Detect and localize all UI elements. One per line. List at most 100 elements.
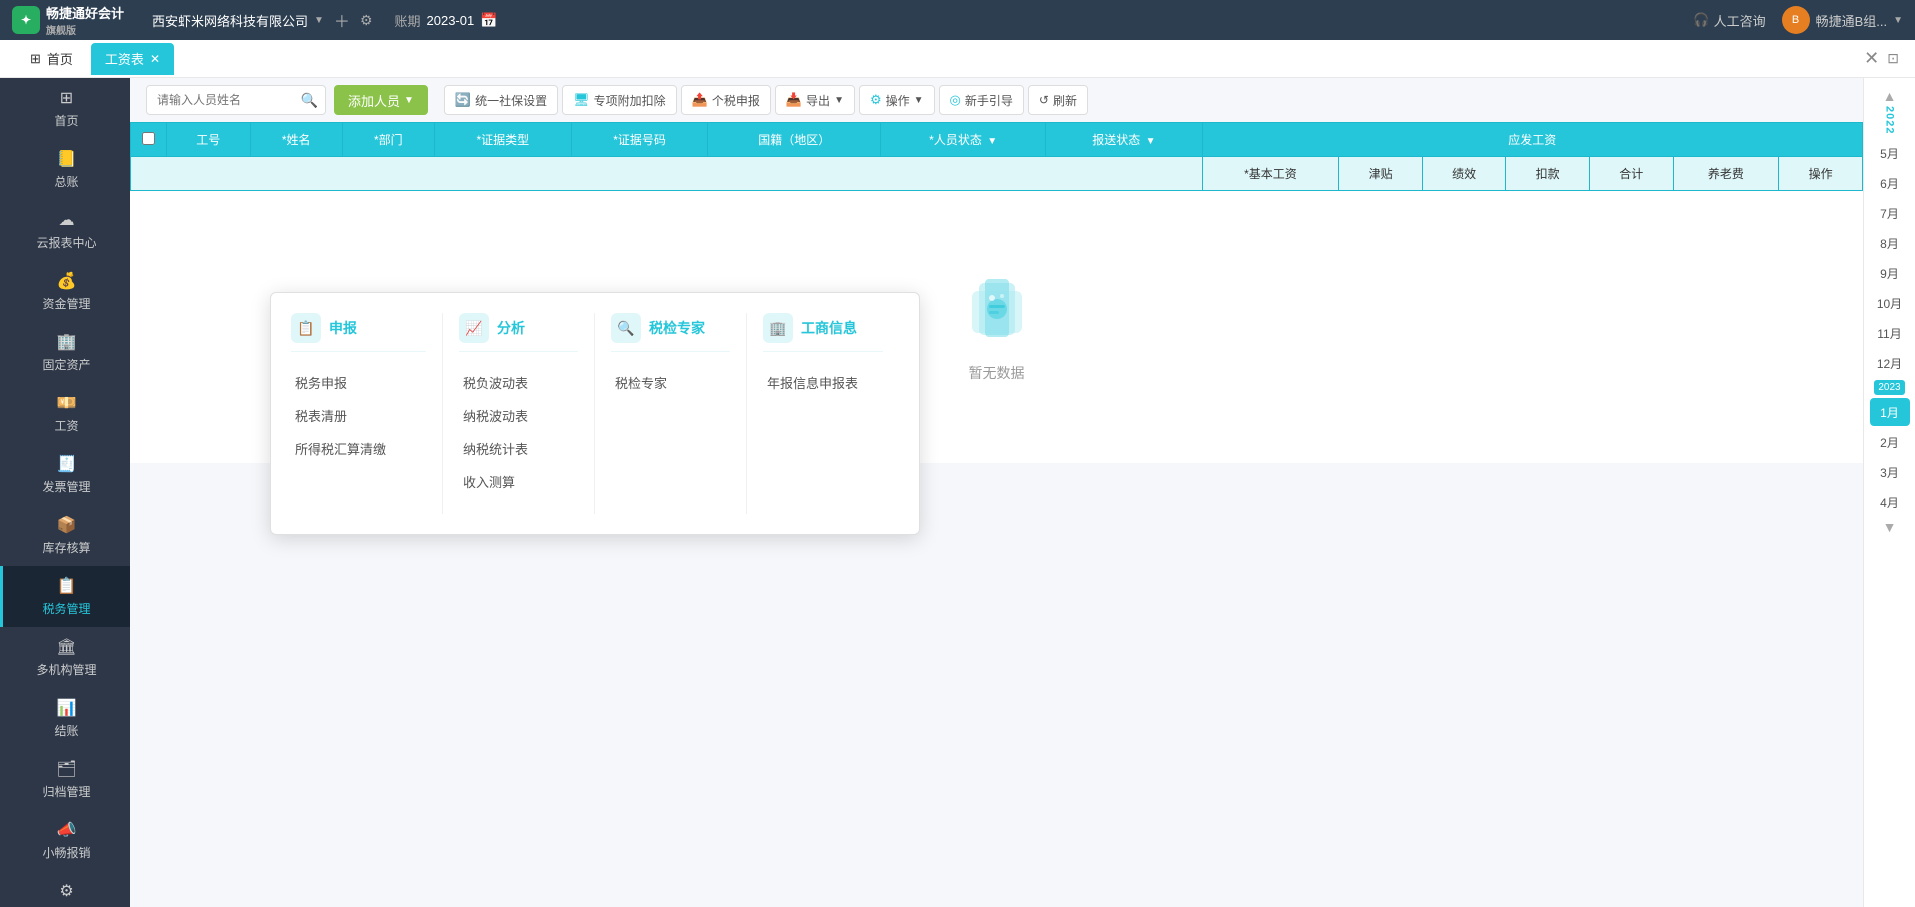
report-filter-icon[interactable]: ▼ [1146, 136, 1156, 147]
user-badge[interactable]: B 畅捷通B组... ▼ [1782, 6, 1903, 34]
headset-icon: 🎧 [1693, 12, 1709, 28]
add-company-icon[interactable]: ＋ [334, 8, 350, 32]
cal-month-8[interactable]: 8月 [1870, 229, 1910, 257]
sidebar-item-tax[interactable]: 📋 税务管理 [0, 566, 130, 627]
operations-button[interactable]: ⚙ 操作 ▼ [859, 85, 935, 115]
select-all-checkbox[interactable] [142, 132, 155, 145]
menu-item-annual-report[interactable]: 年报信息申报表 [763, 366, 883, 399]
tab-payroll[interactable]: 工资表 ✕ [91, 43, 174, 75]
special-deduct-button[interactable]: 🖥 专项附加扣除 [562, 85, 677, 115]
calendar-year-badge: 2023 [1874, 380, 1904, 395]
sidebar-item-cloud[interactable]: ☁ 云报表中心 [0, 200, 130, 261]
sidebar-item-fund[interactable]: 💰 资金管理 [0, 261, 130, 322]
company-name: 西安虾米网络科技有限公司 [152, 11, 308, 30]
search-icon: 🔍 [301, 92, 318, 109]
logo-icon: ✦ [12, 6, 40, 34]
sidebar: ⊞ 首页 📒 总账 ☁ 云报表中心 💰 资金管理 🏢 固定资产 💴 工资 🧾 发… [0, 78, 130, 907]
tab-payroll-label: 工资表 [105, 49, 144, 68]
th-checkbox [131, 123, 167, 157]
cal-month-7[interactable]: 7月 [1870, 199, 1910, 227]
sidebar-invoice-label: 发票管理 [42, 478, 90, 495]
sidebar-item-settle[interactable]: 📊 结账 [0, 688, 130, 749]
basic-icon: ⚙ [59, 881, 73, 901]
cal-month-5[interactable]: 5月 [1870, 139, 1910, 167]
dropdown-icon[interactable]: ▼ [314, 15, 324, 26]
cal-month-9[interactable]: 9月 [1870, 259, 1910, 287]
settings-icon[interactable]: ⚙ [360, 12, 373, 29]
cal-month-1[interactable]: 1月 [1870, 398, 1910, 426]
dropdown-menu: 📋 申报 税务申报 税表清册 所得税汇算清缴 📈 分析 税负波动表 纳税波动表 … [270, 292, 920, 535]
multi-icon: 🏛 [56, 637, 76, 657]
operations-icon: ⚙ [870, 92, 882, 108]
menu-item-tax-stats[interactable]: 纳税统计表 [459, 432, 578, 465]
cal-month-2[interactable]: 2月 [1870, 428, 1910, 456]
tab-home[interactable]: ⊞ 首页 [16, 43, 87, 75]
cal-month-3[interactable]: 3月 [1870, 458, 1910, 486]
sidebar-item-invoice[interactable]: 🧾 发票管理 [0, 444, 130, 505]
sidebar-xc-label: 小畅报销 [42, 844, 90, 861]
refresh-icon: ↺ [1039, 93, 1049, 107]
menu-item-income-calc[interactable]: 收入测算 [459, 465, 578, 498]
sidebar-item-xc[interactable]: 📣 小畅报销 [0, 810, 130, 871]
th-id-no: *证据号码 [571, 123, 708, 157]
th-dept: *部门 [342, 123, 434, 157]
sidebar-item-payroll[interactable]: 💴 工资 [0, 383, 130, 444]
invoice-icon: 🧾 [57, 454, 77, 474]
search-input[interactable] [146, 85, 326, 115]
sidebar-item-assets[interactable]: 🏢 固定资产 [0, 322, 130, 383]
home-sidebar-icon: ⊞ [60, 88, 73, 108]
content-area: 🔍 添加人员 ▼ 🔄 统一社保设置 🖥 专项附加扣除 📤 个税申报 [130, 78, 1863, 907]
refresh-button[interactable]: ↺ 刷新 [1028, 85, 1088, 115]
calendar-nav-up[interactable]: ▲ [1875, 86, 1905, 106]
guide-toolbar-icon: ◎ [950, 92, 961, 108]
cal-month-6[interactable]: 6月 [1870, 169, 1910, 197]
th-deduct: 扣款 [1506, 157, 1590, 191]
menu-item-tax-burden[interactable]: 税负波动表 [459, 366, 578, 399]
sidebar-archive-label: 归档管理 [42, 783, 90, 800]
cal-month-12[interactable]: 12月 [1870, 349, 1910, 377]
period-label: 账期 [395, 11, 421, 30]
export-arrow-icon: ▼ [834, 95, 844, 106]
sidebar-item-home[interactable]: ⊞ 首页 [0, 78, 130, 139]
calendar-icon[interactable]: 📅 [480, 12, 497, 29]
status-filter-icon[interactable]: ▼ [987, 136, 997, 147]
cal-month-10[interactable]: 10月 [1870, 289, 1910, 317]
cal-month-4[interactable]: 4月 [1870, 488, 1910, 516]
sidebar-cloud-label: 云报表中心 [36, 234, 96, 251]
cal-month-11[interactable]: 11月 [1870, 319, 1910, 347]
sidebar-item-archive[interactable]: 🗂 归档管理 [0, 749, 130, 810]
menu-item-tax-expert[interactable]: 税检专家 [611, 366, 730, 399]
user-name: 畅捷通B组... [1816, 11, 1888, 30]
menu-item-tax-declaration[interactable]: 税务申报 [291, 366, 426, 399]
add-person-label: 添加人员 [348, 91, 400, 110]
tab-close-icon[interactable]: ✕ [150, 52, 160, 66]
tax-return-icon: 📤 [692, 92, 708, 108]
guide-button[interactable]: ◎ 新手引导 [939, 85, 1024, 115]
period-value: 2023-01 [427, 13, 475, 28]
tax-return-button[interactable]: 📤 个税申报 [681, 85, 771, 115]
support-button[interactable]: 🎧 人工咨询 [1693, 11, 1765, 30]
menu-section-biz-info: 🏢 工商信息 年报信息申报表 [747, 313, 899, 514]
sidebar-item-ledger[interactable]: 📒 总账 [0, 139, 130, 200]
menu-item-tax-form[interactable]: 税表清册 [291, 399, 426, 432]
logo-sub: 旗舰版 [46, 22, 124, 37]
restore-window-icon[interactable]: ⊡ [1887, 50, 1899, 67]
sidebar-item-basic[interactable]: ⚙ 基础设置 [0, 871, 130, 907]
sidebar-item-inventory[interactable]: 📦 库存核算 [0, 505, 130, 566]
action-buttons: 🔄 统一社保设置 🖥 专项附加扣除 📤 个税申报 📥 导出 ▼ ⚙ [444, 85, 1088, 115]
menu-item-tax-payment[interactable]: 纳税波动表 [459, 399, 578, 432]
fund-icon: 💰 [57, 271, 77, 291]
add-arrow-icon: ▼ [404, 95, 414, 106]
special-deduct-label: 专项附加扣除 [594, 92, 666, 109]
tax-icon: 📋 [57, 576, 77, 596]
close-window-icon[interactable]: ✕ [1864, 48, 1879, 69]
sidebar-item-multi[interactable]: 🏛 多机构管理 [0, 627, 130, 688]
logo-area: ✦ 畅捷通好会计 旗舰版 [12, 3, 142, 37]
calendar-nav-down[interactable]: ▼ [1875, 517, 1905, 537]
calendar-year-prev: 2022 [1884, 106, 1896, 134]
social-insurance-button[interactable]: 🔄 统一社保设置 [444, 85, 558, 115]
add-person-button[interactable]: 添加人员 ▼ [334, 85, 428, 115]
export-button[interactable]: 📥 导出 ▼ [775, 85, 855, 115]
menu-item-income-tax-calc[interactable]: 所得税汇算清缴 [291, 432, 426, 465]
th-ops: 操作 [1779, 157, 1863, 191]
